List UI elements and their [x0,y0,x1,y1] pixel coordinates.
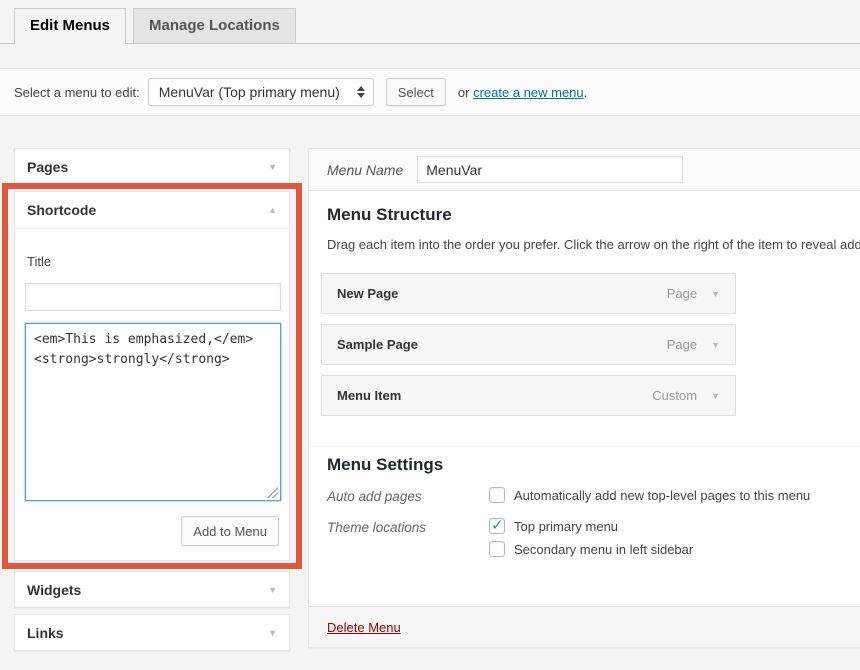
accordion-pages-header[interactable]: Pages ▼ [15,149,289,185]
accordion-shortcode-label: Shortcode [27,202,97,218]
auto-add-checkbox-row: Automatically add new top-level pages to… [489,487,810,503]
top-primary-menu-checkbox[interactable] [489,516,505,534]
menu-select-bar: Select a menu to edit: MenuVar (Top prim… [0,68,860,116]
delete-menu-link[interactable]: Delete Menu [327,620,401,635]
menu-select-dropdown[interactable]: MenuVar (Top primary menu) [147,78,374,106]
chevron-down-icon[interactable]: ▼ [711,289,720,299]
top-primary-menu-label[interactable]: Top primary menu [514,519,618,534]
auto-add-checkbox[interactable] [489,487,505,503]
theme-locations-label: Theme locations [327,520,427,535]
create-new-menu-link[interactable]: create a new menu [473,85,584,100]
accordion-pages-label: Pages [27,159,69,175]
accordion-shortcode-header[interactable]: Shortcode ▲ [15,192,289,229]
accordion-widgets-label: Widgets [27,582,82,598]
shortcode-panel-body: Title <em>This is emphasized,</em> <stro… [15,229,289,561]
menu-item-custom[interactable]: Menu Item Custom ▼ [321,375,736,416]
period-text: . [583,84,588,100]
shortcode-title-label: Title [27,254,52,269]
menu-item-type: Page [666,337,698,352]
menu-select-value: MenuVar (Top primary menu) [158,84,340,100]
tab-edit-menus[interactable]: Edit Menus [14,8,127,44]
menu-item-type: Custom [652,388,698,403]
theme-location-primary-row: Top primary menu [489,516,618,534]
menu-structure-description: Drag each item into the order you prefer… [327,237,860,252]
menu-item-label: New Page [337,286,399,301]
secondary-menu-label[interactable]: Secondary menu in left sidebar [514,542,693,557]
or-create-text: or create a new menu. [458,85,587,100]
tab-manage-locations[interactable]: Manage Locations [133,8,296,43]
menu-structure-heading: Menu Structure [327,205,452,224]
tab-edit-menus-label: Edit Menus [30,17,111,34]
menu-item-sample-page[interactable]: Sample Page Page ▼ [321,324,736,365]
menu-name-label: Menu Name [327,161,404,178]
shortcode-content-textarea[interactable]: <em>This is emphasized,</em> <strong>str… [25,323,281,501]
menu-name-row: Menu Name [309,149,860,191]
tab-divider [0,43,860,44]
menu-item-type: Page [666,286,698,301]
chevron-down-icon[interactable]: ▼ [711,340,720,350]
shortcode-title-input[interactable] [25,283,281,311]
accordion-widgets-header[interactable]: Widgets ▼ [15,572,289,608]
secondary-menu-checkbox[interactable] [489,541,505,557]
chevron-down-icon[interactable]: ▼ [268,162,277,172]
auto-add-pages-row: Auto add pages [327,489,489,504]
theme-location-secondary-row: Secondary menu in left sidebar [489,541,693,557]
menu-name-input[interactable] [417,156,684,183]
chevron-down-icon[interactable]: ▼ [268,585,277,595]
menu-settings-heading: Menu Settings [327,455,444,474]
auto-add-checkbox-label[interactable]: Automatically add new top-level pages to… [514,488,810,503]
menu-editor-panel: Menu Name Menu Structure Drag each item … [308,148,860,648]
add-to-menu-button[interactable]: Add to Menu [181,516,279,546]
menu-item-label: Sample Page [337,337,418,352]
menu-item-label: Menu Item [337,388,402,403]
chevron-up-icon[interactable]: ▲ [268,205,277,215]
select-button[interactable]: Select [385,78,446,106]
accordion-widgets: Widgets ▼ [14,571,290,608]
accordion-links-header[interactable]: Links ▼ [15,615,289,651]
chevron-down-icon[interactable]: ▼ [268,628,277,638]
select-menu-label: Select a menu to edit: [14,84,140,100]
settings-divider [309,446,860,447]
menu-item-new-page[interactable]: New Page Page ▼ [321,273,736,314]
theme-locations-row: Theme locations [327,520,489,535]
accordion-shortcode: Shortcode ▲ Title <em>This is emphasized… [14,191,290,561]
accordion-links: Links ▼ [14,614,290,651]
edit-menus-page: Edit Menus Manage Locations Select a men… [0,0,860,670]
auto-add-pages-label: Auto add pages [327,489,422,504]
or-text: or [457,84,470,100]
accordion-links-label: Links [27,625,64,641]
dropdown-stepper-icon [356,86,365,98]
accordion-pages: Pages ▼ [14,148,290,185]
tab-manage-locations-label: Manage Locations [149,17,280,34]
editor-panel-footer: Delete Menu [309,606,860,647]
chevron-down-icon[interactable]: ▼ [711,391,720,401]
